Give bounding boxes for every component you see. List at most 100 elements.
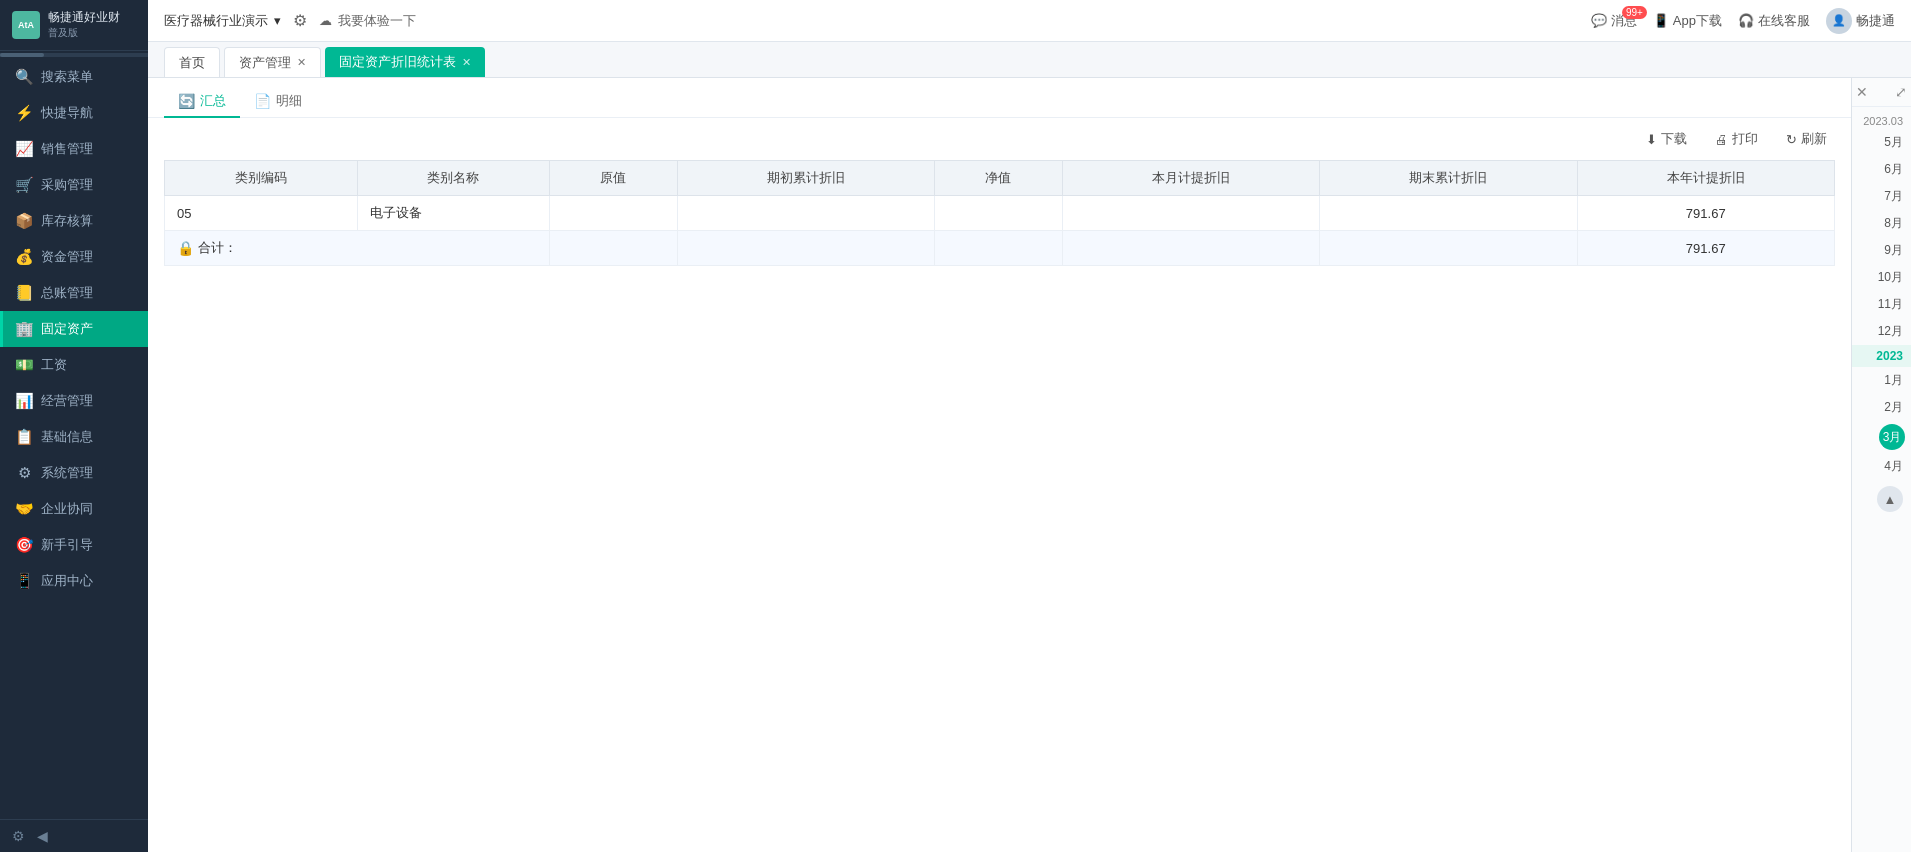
date-item-8[interactable]: 8月 [1852, 210, 1911, 237]
tab-asset-mgmt-close[interactable]: ✕ [297, 56, 306, 69]
active-month-circle: 3月 [1879, 424, 1905, 450]
sidebar-item-assets[interactable]: 🏢 固定资产 [0, 311, 148, 347]
sidebar-item-payroll[interactable]: 💵 工资 [0, 347, 148, 383]
payroll-icon: 💵 [15, 356, 33, 374]
sidebar-item-system[interactable]: ⚙ 系统管理 [0, 455, 148, 491]
date-item-4[interactable]: 4月 [1852, 453, 1911, 480]
cell-ending-accum [1320, 196, 1578, 231]
assets-icon: 🏢 [15, 320, 33, 338]
nav-up-circle[interactable]: ▲ [1877, 486, 1903, 512]
total-net [935, 231, 1063, 266]
download-btn[interactable]: ⬇ 下载 [1638, 126, 1695, 152]
tab-depreciation-close[interactable]: ✕ [462, 56, 471, 69]
sidebar-item-base[interactable]: 📋 基础信息 [0, 419, 148, 455]
sub-tab-summary[interactable]: 🔄 汇总 [164, 86, 240, 118]
sidebar-item-ledger[interactable]: 📒 总账管理 [0, 275, 148, 311]
tab-asset-mgmt[interactable]: 资产管理 ✕ [224, 47, 321, 77]
date-item-5[interactable]: 5月 [1852, 129, 1911, 156]
content-area: 🔄 汇总 📄 明细 ⬇ 下载 🖨 打印 ↻ [148, 78, 1911, 852]
sidebar-item-collab[interactable]: 🤝 企业协同 [0, 491, 148, 527]
tabs-bar: 首页 资产管理 ✕ 固定资产折旧统计表 ✕ [148, 42, 1911, 78]
topbar-right: 💬 消息 99+ 📱 App下载 🎧 在线客服 👤 畅捷通 [1591, 8, 1895, 34]
cell-name: 电子设备 [357, 196, 550, 231]
download-icon: ⬇ [1646, 132, 1657, 147]
date-item-9[interactable]: 9月 [1852, 237, 1911, 264]
company-selector[interactable]: 医疗器械行业演示 ▾ [164, 12, 281, 30]
tab-depreciation[interactable]: 固定资产折旧统计表 ✕ [325, 47, 485, 77]
cell-monthly-depr [1062, 196, 1320, 231]
refresh-btn[interactable]: ↻ 刷新 [1778, 126, 1835, 152]
content-main: 🔄 汇总 📄 明细 ⬇ 下载 🖨 打印 ↻ [148, 78, 1851, 852]
depreciation-table: 类别编码 类别名称 原值 期初累计折旧 净值 本月计提折旧 期末累计折旧 本年计… [164, 160, 1835, 266]
refresh-icon: ↻ [1786, 132, 1797, 147]
experience-btn[interactable]: ☁ 我要体验一下 [319, 12, 416, 30]
sidebar-item-quicknav[interactable]: ⚡ 快捷导航 [0, 95, 148, 131]
logo-icon: AtA [12, 11, 40, 39]
tab-asset-mgmt-label: 资产管理 [239, 54, 291, 72]
total-icon: 🔒 [177, 240, 194, 256]
col-header-net: 净值 [935, 161, 1063, 196]
ledger-icon: 📒 [15, 284, 33, 302]
customer-service-btn[interactable]: 🎧 在线客服 [1738, 12, 1810, 30]
sub-tab-summary-label: 汇总 [200, 92, 226, 110]
table-row: 05 电子设备 791.67 [165, 196, 1835, 231]
date-item-3-active[interactable]: 3月 [1852, 421, 1911, 453]
message-btn[interactable]: 💬 消息 99+ [1591, 12, 1637, 30]
sidebar-item-sales[interactable]: 📈 销售管理 [0, 131, 148, 167]
date-item-10[interactable]: 10月 [1852, 264, 1911, 291]
print-btn[interactable]: 🖨 打印 [1707, 126, 1766, 152]
base-icon: 📋 [15, 428, 33, 446]
app-download-icon: 📱 [1653, 13, 1669, 28]
date-item-12[interactable]: 12月 [1852, 318, 1911, 345]
message-icon: 💬 [1591, 13, 1607, 28]
experience-label: 我要体验一下 [338, 12, 416, 30]
finance-icon: 💰 [15, 248, 33, 266]
app-download-btn[interactable]: 📱 App下载 [1653, 12, 1722, 30]
col-header-annual-depr: 本年计提折旧 [1577, 161, 1835, 196]
col-header-code: 类别编码 [165, 161, 358, 196]
date-item-1[interactable]: 1月 [1852, 367, 1911, 394]
date-item-11[interactable]: 11月 [1852, 291, 1911, 318]
sidebar-item-purchase[interactable]: 🛒 采购管理 [0, 167, 148, 203]
experience-icon: ☁ [319, 13, 332, 28]
total-label-text: 合计： [198, 239, 237, 257]
collapse-sidebar-icon[interactable]: ◀ [37, 828, 48, 844]
cell-annual-depr: 791.67 [1577, 196, 1835, 231]
sidebar-item-inventory[interactable]: 📦 库存核算 [0, 203, 148, 239]
date-item-year-2023[interactable]: 2023 [1852, 345, 1911, 367]
operations-icon: 📊 [15, 392, 33, 410]
total-annual-depr: 791.67 [1577, 231, 1835, 266]
guide-icon: 🎯 [15, 536, 33, 554]
sub-tab-detail[interactable]: 📄 明细 [240, 86, 316, 118]
company-name: 医疗器械行业演示 [164, 12, 268, 30]
sidebar-nav: 🔍 搜索菜单 ⚡ 快捷导航 📈 销售管理 🛒 采购管理 📦 库存核算 💰 资金管… [0, 59, 148, 819]
sidebar-item-operations[interactable]: 📊 经营管理 [0, 383, 148, 419]
total-ending-accum [1320, 231, 1578, 266]
col-header-name: 类别名称 [357, 161, 550, 196]
sidebar-item-apps[interactable]: 📱 应用中心 [0, 563, 148, 599]
total-label-cell: 🔒 合计： [165, 231, 550, 266]
col-header-ending-accum: 期末累计折旧 [1320, 161, 1578, 196]
date-item-2[interactable]: 2月 [1852, 394, 1911, 421]
sidebar-item-search[interactable]: 🔍 搜索菜单 [0, 59, 148, 95]
sidebar-item-guide[interactable]: 🎯 新手引导 [0, 527, 148, 563]
inventory-icon: 📦 [15, 212, 33, 230]
cell-original [550, 196, 678, 231]
tab-home[interactable]: 首页 [164, 47, 220, 77]
sidebar-logo: AtA 畅捷通好业财 普及版 [0, 0, 148, 51]
summary-icon: 🔄 [178, 93, 195, 109]
cell-net [935, 196, 1063, 231]
close-panel-icon[interactable]: ✕ [1856, 84, 1868, 100]
user-profile[interactable]: 👤 畅捷通 [1826, 8, 1895, 34]
customer-service-label: 在线客服 [1758, 12, 1810, 30]
topbar-settings-icon[interactable]: ⚙ [293, 11, 307, 30]
date-item-7[interactable]: 7月 [1852, 183, 1911, 210]
right-panel-header: ✕ ⤢ [1852, 78, 1911, 107]
sidebar-item-finance[interactable]: 💰 资金管理 [0, 239, 148, 275]
tab-home-label: 首页 [179, 54, 205, 72]
avatar: 👤 [1826, 8, 1852, 34]
sidebar-bottom: ⚙ ◀ [0, 819, 148, 852]
expand-panel-icon[interactable]: ⤢ [1895, 84, 1907, 100]
settings-bottom-icon[interactable]: ⚙ [12, 828, 25, 844]
date-item-6[interactable]: 6月 [1852, 156, 1911, 183]
